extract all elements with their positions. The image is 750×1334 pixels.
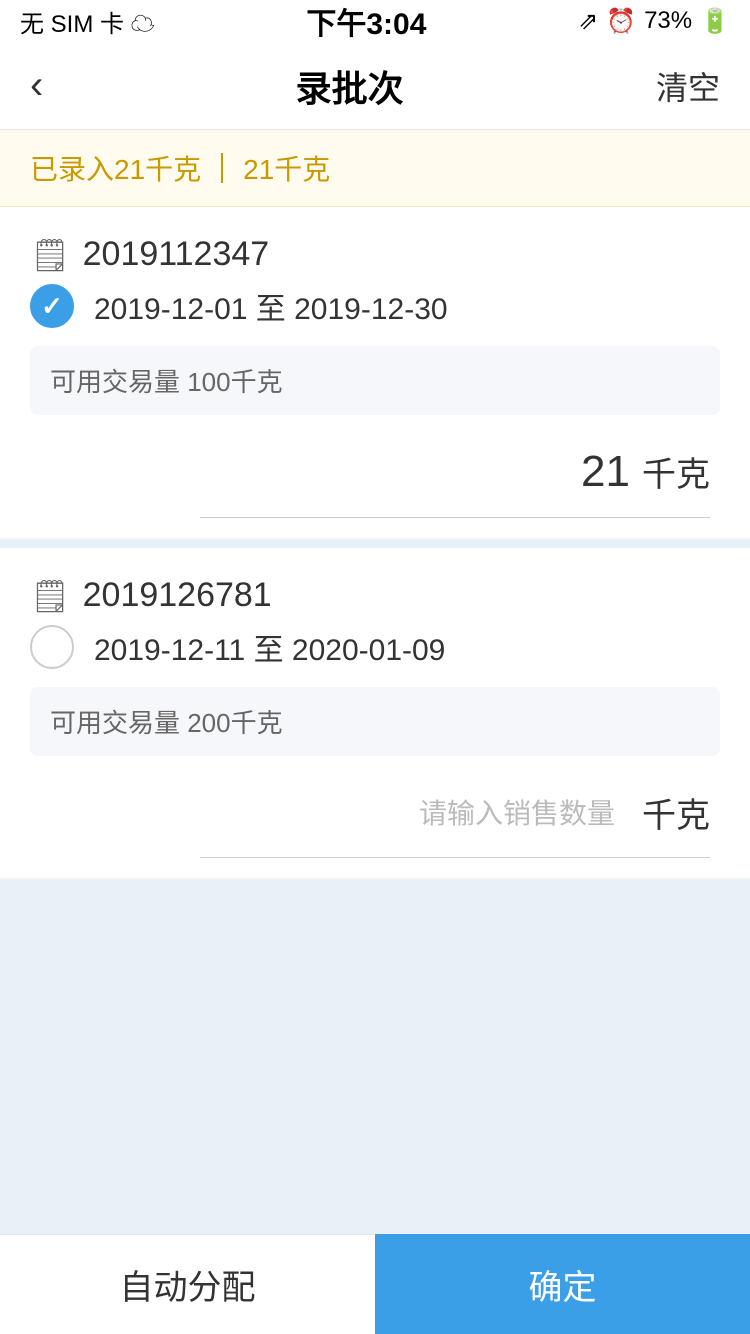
summary-banner: 已录入21千克 21千克 <box>0 130 750 207</box>
clear-button[interactable]: 清空 <box>656 63 720 109</box>
separator <box>0 540 750 548</box>
batch1-availability: 可用交易量 100千克 <box>30 346 720 415</box>
batch1-card: 🗒 2019112347 2019-12-01 至 2019-12-30 可用交… <box>0 207 750 538</box>
batch2-date-row[interactable]: 2019-12-11 至 2020-01-09 <box>0 625 750 683</box>
status-bar: 无 SIM 卡 ☁ 下午3:04 ⇗ ⏰ 73% 🔋 <box>0 0 750 42</box>
batch2-id: 2019126781 <box>83 576 272 615</box>
batch2-header: 🗒 2019126781 <box>0 548 750 625</box>
doc-icon-1: 🗒 <box>30 236 71 274</box>
doc-icon-2: 🗒 <box>30 577 71 615</box>
batch2-unit: 千克 <box>642 788 710 837</box>
batch1-date-row[interactable]: 2019-12-01 至 2019-12-30 <box>0 284 750 342</box>
bottom-bar: 自动分配 确定 <box>0 1234 750 1334</box>
batch2-input-row[interactable]: 千克 <box>0 772 750 857</box>
summary-divider <box>221 153 223 183</box>
batch1-unit: 千克 <box>642 447 710 496</box>
nav-bar: ‹ 录批次 清空 <box>0 42 750 130</box>
sim-label: 无 SIM 卡 ☁ <box>20 4 155 39</box>
batch1-amount-row: 21 千克 <box>0 431 750 517</box>
batch2-date: 2019-12-11 至 2020-01-09 <box>94 625 445 669</box>
battery-icon: 🔋 <box>700 7 730 36</box>
status-time: 下午3:04 <box>306 0 426 43</box>
batch1-radio[interactable] <box>30 284 74 328</box>
summary-label: 已录入21千克 <box>30 148 201 188</box>
batch2-card: 🗒 2019126781 2019-12-11 至 2020-01-09 可用交… <box>0 548 750 878</box>
status-right: ⇗ ⏰ 73% 🔋 <box>578 7 730 36</box>
back-button[interactable]: ‹ <box>30 63 43 108</box>
battery-label: 73% <box>644 7 692 35</box>
batch1-amount: 21 <box>581 447 630 497</box>
confirm-button[interactable]: 确定 <box>375 1234 750 1334</box>
batch2-radio[interactable] <box>30 625 74 669</box>
alarm-icon: ⏰ <box>606 7 636 36</box>
batch1-date: 2019-12-01 至 2019-12-30 <box>94 284 448 328</box>
location-icon: ⇗ <box>578 7 598 36</box>
quantity-input[interactable] <box>30 793 630 832</box>
summary-value: 21千克 <box>243 148 330 188</box>
batch1-id: 2019112347 <box>83 235 270 274</box>
batch1-header: 🗒 2019112347 <box>0 207 750 284</box>
batch2-availability: 可用交易量 200千克 <box>30 687 720 756</box>
auto-distribute-button[interactable]: 自动分配 <box>0 1234 375 1334</box>
status-left: 无 SIM 卡 ☁ <box>20 4 155 39</box>
page-title: 录批次 <box>296 60 404 112</box>
